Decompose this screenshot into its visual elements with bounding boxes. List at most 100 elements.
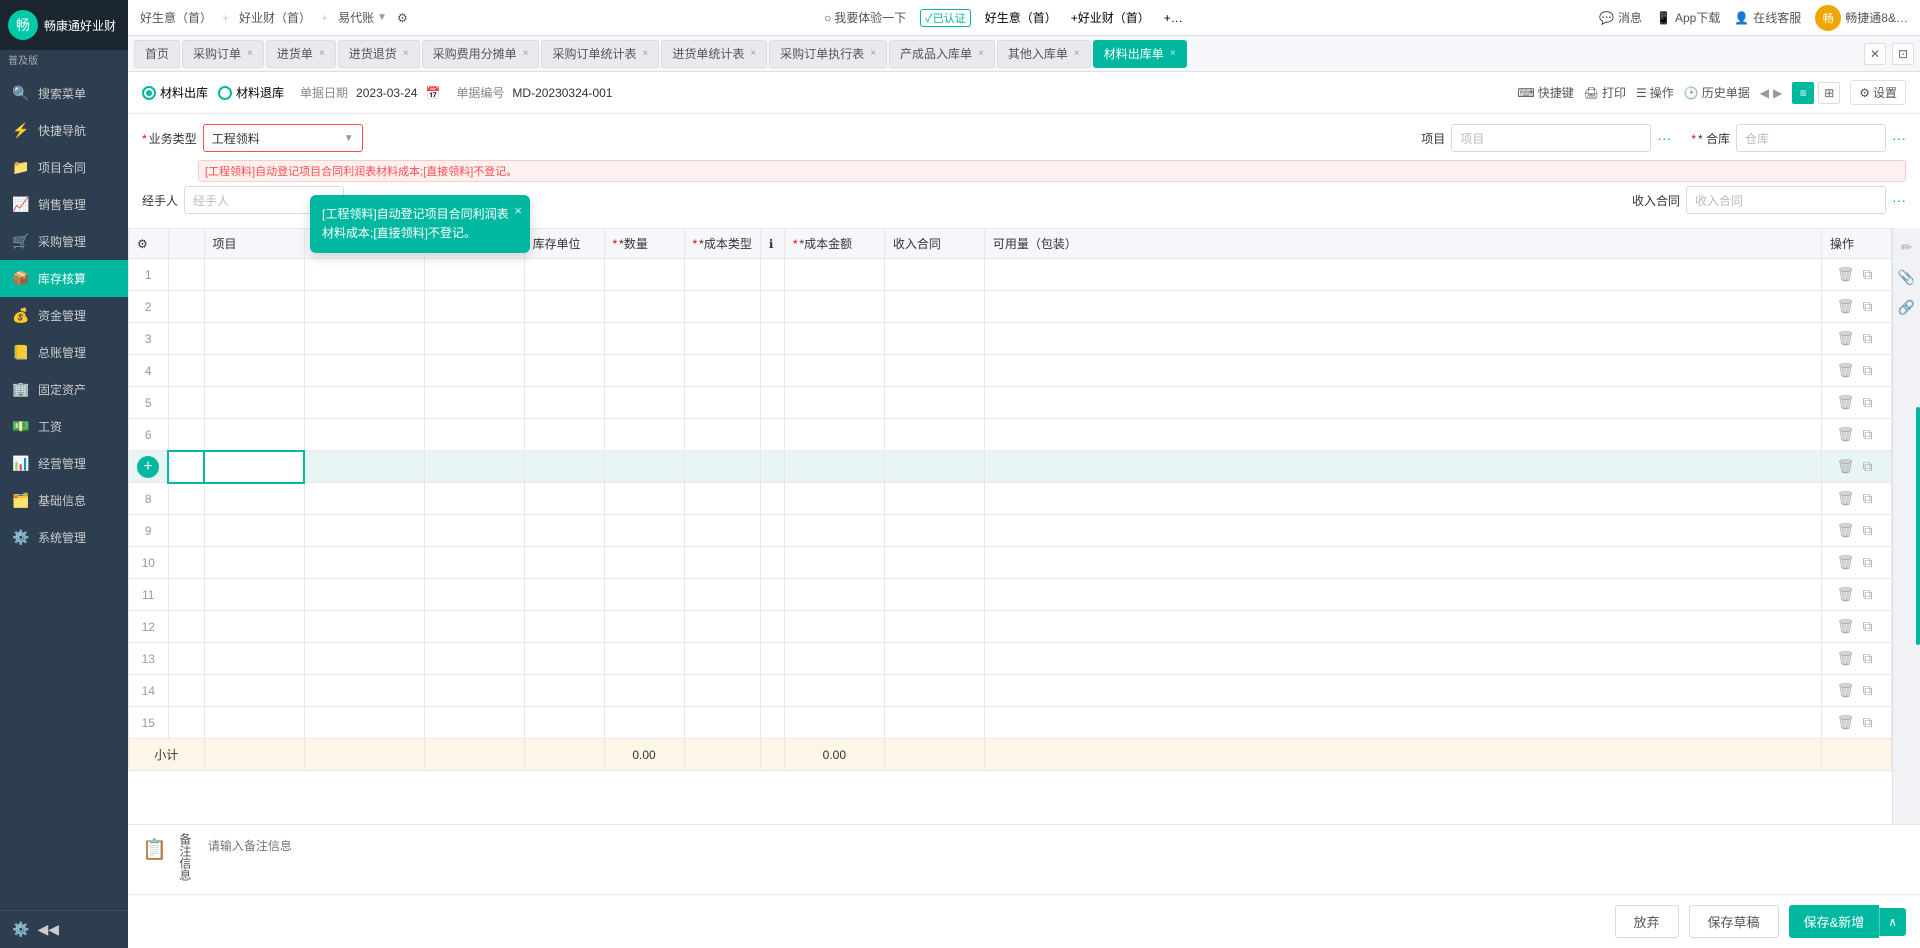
cell-spec[interactable] [424, 387, 524, 419]
tab-product-in[interactable]: 产成品入库单 × [889, 40, 995, 68]
cell-cost-type[interactable] [684, 611, 760, 643]
cell-qty[interactable] [604, 515, 684, 547]
copy-row-icon[interactable]: ⧉ [1859, 554, 1877, 572]
cell-project[interactable] [204, 611, 304, 643]
delete-row-icon[interactable]: 🗑 [1837, 266, 1855, 284]
cell-cost-type[interactable] [684, 387, 760, 419]
nav-settings-btn[interactable]: ⚙ [397, 11, 408, 25]
cell-available[interactable] [984, 387, 1821, 419]
active-cell-col6[interactable] [604, 451, 684, 483]
cell-qty[interactable] [604, 483, 684, 515]
cell-spec[interactable] [424, 707, 524, 739]
cell-cost-amount[interactable] [784, 355, 884, 387]
cell-available[interactable] [984, 643, 1821, 675]
copy-row-icon[interactable]: ⧉ [1859, 714, 1877, 732]
right-icon-edit[interactable]: ✏ [1896, 236, 1918, 258]
sidebar-item-project[interactable]: 📁 项目合同 [0, 149, 128, 186]
radio-material-out[interactable]: 材料出库 [142, 84, 208, 101]
cell-project[interactable] [204, 515, 304, 547]
tab-close-icon[interactable]: × [978, 48, 984, 59]
copy-row-icon[interactable]: ⧉ [1859, 298, 1877, 316]
cell-cost-type[interactable] [684, 323, 760, 355]
cell-cost-type[interactable] [684, 675, 760, 707]
cell-project[interactable] [204, 259, 304, 291]
sidebar-item-sales[interactable]: 📈 销售管理 [0, 186, 128, 223]
copy-row-icon[interactable]: ⧉ [1859, 650, 1877, 668]
sidebar-item-basic[interactable]: 🗂️ 基础信息 [0, 482, 128, 519]
delete-row-icon[interactable]: 🗑 [1837, 650, 1855, 668]
cell-contract[interactable] [884, 515, 984, 547]
cell-available[interactable] [984, 355, 1821, 387]
tab-close-icon[interactable]: × [1074, 48, 1080, 59]
active-cell-col2[interactable] [204, 451, 304, 483]
add-row-btn[interactable]: + [137, 456, 159, 478]
sidebar-item-quick-nav[interactable]: ⚡ 快捷导航 [0, 112, 128, 149]
cell-project[interactable] [204, 355, 304, 387]
cell-material[interactable] [304, 515, 424, 547]
income-contract-search-icon[interactable]: ··· [1892, 192, 1906, 208]
cell-project[interactable] [204, 707, 304, 739]
cell-cost-amount[interactable] [784, 419, 884, 451]
active-cell-col4[interactable] [424, 451, 524, 483]
delete-row-icon[interactable]: 🗑 [1837, 682, 1855, 700]
copy-row-icon[interactable]: ⧉ [1859, 330, 1877, 348]
cell-cost-type[interactable] [684, 355, 760, 387]
cell-material[interactable] [304, 707, 424, 739]
cell-contract[interactable] [884, 355, 984, 387]
cell-unit[interactable] [524, 675, 604, 707]
cell-material[interactable] [304, 643, 424, 675]
prev-icon[interactable]: ◀ [1760, 86, 1769, 100]
cell-qty[interactable] [604, 643, 684, 675]
cell-cost-type[interactable] [684, 643, 760, 675]
delete-row-icon[interactable]: 🗑 [1837, 362, 1855, 380]
cell-contract[interactable] [884, 387, 984, 419]
cell-material[interactable] [304, 419, 424, 451]
cell-cost-amount[interactable] [784, 547, 884, 579]
active-cell-col8[interactable] [784, 451, 884, 483]
cell-material[interactable] [304, 323, 424, 355]
cell-cost-amount[interactable] [784, 675, 884, 707]
active-cell-col3[interactable] [304, 451, 424, 483]
cell-unit[interactable] [524, 291, 604, 323]
active-cell-col9[interactable] [884, 451, 984, 483]
cell-project[interactable] [204, 547, 304, 579]
operations-btn[interactable]: ☰ 操作 [1636, 84, 1674, 101]
copy-row-icon[interactable]: ⧉ [1859, 266, 1877, 284]
sidebar-item-search[interactable]: 🔍 搜索菜单 [0, 75, 128, 112]
cell-available[interactable] [984, 707, 1821, 739]
cell-cost-amount[interactable] [784, 579, 884, 611]
cell-contract[interactable] [884, 419, 984, 451]
cell-cost-type[interactable] [684, 483, 760, 515]
cell-contract[interactable] [884, 291, 984, 323]
delete-row-icon[interactable]: 🗑 [1837, 394, 1855, 412]
active-cell-col1[interactable] [168, 451, 204, 483]
cell-project[interactable] [204, 291, 304, 323]
active-cell-col10[interactable] [984, 451, 1821, 483]
delete-row-icon[interactable]: 🗑 [1837, 458, 1855, 476]
delete-row-icon[interactable]: 🗑 [1837, 586, 1855, 604]
cell-contract[interactable] [884, 675, 984, 707]
cell-cost-type[interactable] [684, 419, 760, 451]
cell-spec[interactable] [424, 291, 524, 323]
cell-spec[interactable] [424, 515, 524, 547]
cell-material[interactable] [304, 291, 424, 323]
cell-unit[interactable] [524, 259, 604, 291]
cell-contract[interactable] [884, 611, 984, 643]
cell-unit[interactable] [524, 643, 604, 675]
tab-close-icon[interactable]: × [642, 48, 648, 59]
right-icon-link[interactable]: 🔗 [1896, 296, 1918, 318]
warehouse-search-icon[interactable]: ··· [1892, 130, 1906, 146]
cell-cost-type[interactable] [684, 579, 760, 611]
sidebar-item-salary[interactable]: 💵 工资 [0, 408, 128, 445]
delete-row-icon[interactable]: 🗑 [1837, 714, 1855, 732]
cell-unit[interactable] [524, 387, 604, 419]
tab-purchase-in[interactable]: 进货单 × [266, 40, 336, 68]
cell-material[interactable] [304, 579, 424, 611]
tab-material-out[interactable]: 材料出库单 × [1093, 40, 1187, 68]
cell-qty[interactable] [604, 323, 684, 355]
sidebar-item-ledger[interactable]: 📒 总账管理 [0, 334, 128, 371]
sidebar-item-ops[interactable]: 📊 经营管理 [0, 445, 128, 482]
copy-row-icon[interactable]: ⧉ [1859, 586, 1877, 604]
save-new-dropdown-btn[interactable]: ∧ [1879, 908, 1906, 936]
cell-material[interactable] [304, 547, 424, 579]
